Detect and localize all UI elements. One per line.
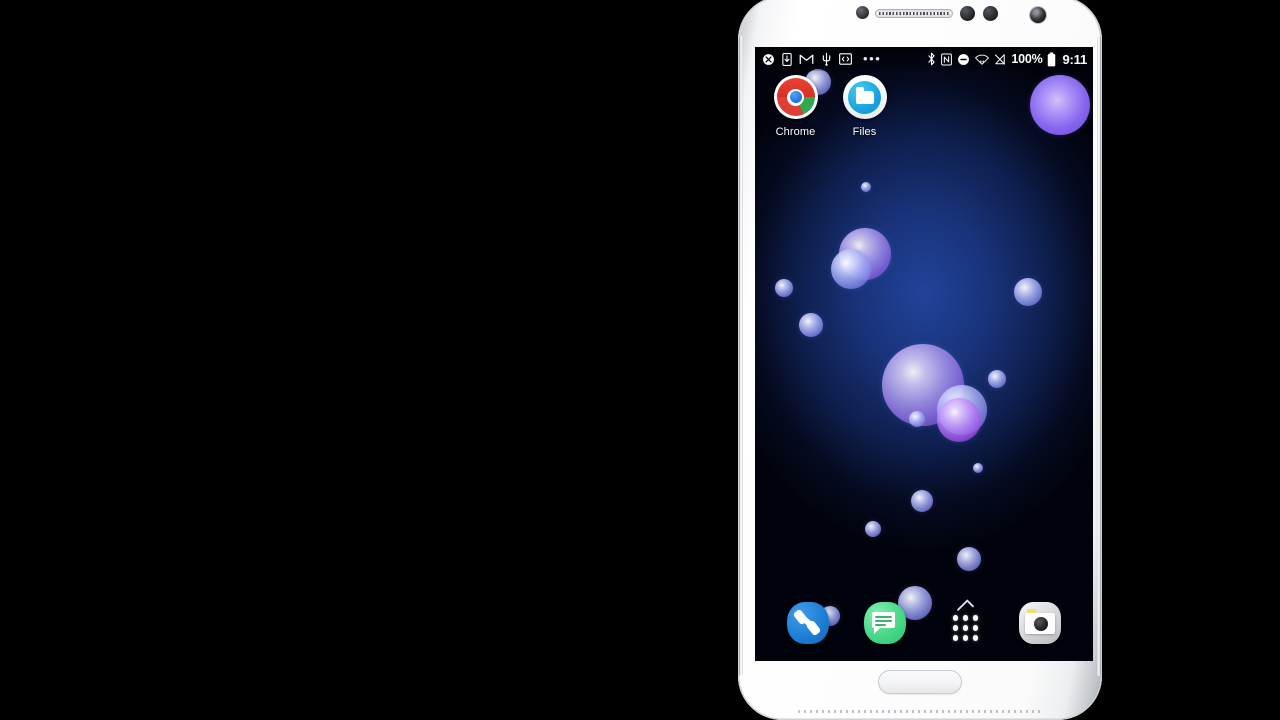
messages-icon[interactable] (864, 602, 907, 644)
camera-icon[interactable] (1019, 602, 1062, 644)
no-signal-icon (995, 53, 1006, 65)
screenshot-stage: ••• 100% 9:11 Chrome Files (0, 0, 1280, 720)
app-label-files: Files (852, 126, 877, 138)
wallpaper-bubble (909, 411, 925, 427)
bluetooth-icon (928, 52, 935, 66)
status-bar-right-icons: 100% 9:11 (927, 52, 1087, 67)
wallpaper-bubble (973, 463, 983, 473)
wifi-icon (975, 54, 990, 65)
phone-device: ••• 100% 9:11 Chrome Files (738, 0, 1102, 720)
home-button[interactable] (878, 670, 962, 694)
dock (755, 595, 1093, 651)
sensor-dot-right (983, 6, 998, 21)
status-overflow-icon: ••• (863, 51, 882, 66)
phone-edge-left (739, 36, 743, 676)
wallpaper-bubble (957, 547, 981, 571)
wallpaper-bubble (831, 249, 871, 289)
gmail-icon (799, 54, 814, 64)
wallpaper-bubble (861, 182, 871, 192)
dock-item-app-drawer[interactable] (924, 599, 1002, 644)
wallpaper-bubble (799, 313, 823, 337)
dock-item-camera[interactable] (1002, 602, 1080, 644)
wallpaper-bubble (775, 279, 793, 297)
phone-edge-right (1097, 36, 1101, 676)
app-label-chrome: Chrome (775, 126, 816, 138)
do-not-disturb-icon (958, 53, 970, 65)
usb-icon (822, 52, 831, 66)
chrome-icon[interactable] (773, 75, 818, 119)
app-files[interactable]: Files (830, 75, 899, 138)
earpiece-speaker (875, 9, 953, 18)
files-icon[interactable] (842, 75, 887, 119)
app-drawer-icon[interactable] (942, 599, 984, 644)
wallpaper-bubble (865, 521, 881, 537)
battery-percent-label: 100% (1011, 52, 1043, 66)
sensor-dot-left (960, 6, 975, 21)
developer-mode-icon (839, 53, 852, 65)
battery-full-icon (1048, 51, 1056, 66)
download-icon (782, 52, 792, 66)
phone-icon[interactable] (786, 602, 829, 644)
front-camera-icon (1030, 7, 1046, 23)
dock-item-phone[interactable] (769, 602, 847, 644)
bottom-speaker-grille (798, 710, 1042, 713)
home-screen-app-grid: Chrome Files (755, 75, 1093, 138)
wallpaper-bubble (911, 490, 933, 512)
wallpaper-bubble (988, 370, 1006, 388)
wallpaper-bubble (1014, 278, 1042, 306)
wallpaper-bubble (937, 398, 981, 442)
phone-screen[interactable]: ••• 100% 9:11 Chrome Files (755, 47, 1093, 661)
block-circle-icon (763, 53, 774, 65)
wallpaper-bubbles[interactable] (755, 47, 1093, 661)
app-chrome[interactable]: Chrome (761, 75, 830, 138)
status-bar[interactable]: ••• 100% 9:11 (755, 47, 1093, 71)
status-bar-clock: 9:11 (1062, 51, 1087, 67)
dock-item-messages[interactable] (847, 602, 925, 644)
status-bar-left-icons: ••• (762, 52, 885, 66)
nfc-icon (941, 53, 953, 65)
proximity-sensor-icon (856, 6, 869, 19)
